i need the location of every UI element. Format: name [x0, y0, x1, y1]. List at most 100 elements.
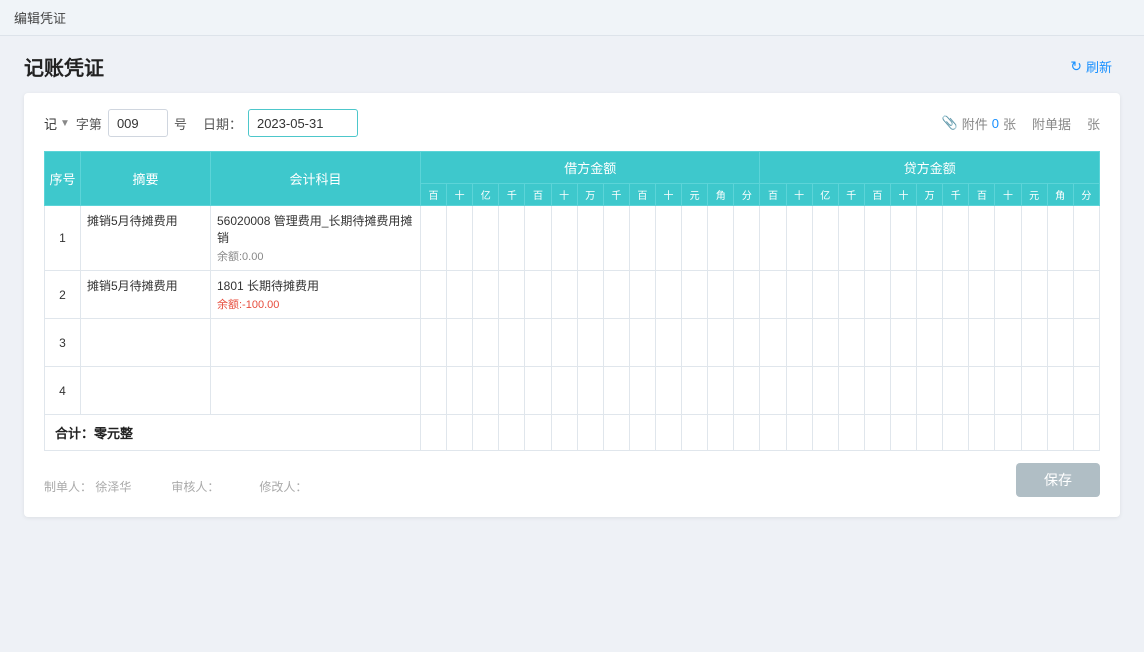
- row-amt-3-16[interactable]: [838, 319, 864, 367]
- row-amt-1-16[interactable]: [838, 206, 864, 271]
- row-amt-2-4[interactable]: [525, 271, 551, 319]
- row-account-3[interactable]: [211, 319, 421, 367]
- row-amt-2-2[interactable]: [473, 271, 499, 319]
- row-account-1[interactable]: 56020008 管理费用_长期待摊费用摊销余额:0.00: [211, 206, 421, 271]
- row-amt-4-16[interactable]: [838, 367, 864, 415]
- row-amt-1-9[interactable]: [655, 206, 681, 271]
- row-amt-2-11[interactable]: [708, 271, 734, 319]
- row-amt-4-8[interactable]: [629, 367, 655, 415]
- row-amt-2-18[interactable]: [890, 271, 916, 319]
- row-amt-4-10[interactable]: [682, 367, 708, 415]
- row-amt-3-17[interactable]: [864, 319, 890, 367]
- row-amt-4-17[interactable]: [864, 367, 890, 415]
- row-amt-3-22[interactable]: [995, 319, 1021, 367]
- row-amt-2-25[interactable]: [1073, 271, 1099, 319]
- voucher-number-input[interactable]: [108, 109, 168, 137]
- row-amt-1-23[interactable]: [1021, 206, 1047, 271]
- row-amt-4-13[interactable]: [760, 367, 786, 415]
- row-amt-3-9[interactable]: [655, 319, 681, 367]
- row-amt-1-11[interactable]: [708, 206, 734, 271]
- row-amt-3-21[interactable]: [969, 319, 995, 367]
- row-amt-4-12[interactable]: [734, 367, 760, 415]
- row-amt-3-3[interactable]: [499, 319, 525, 367]
- row-summary-3[interactable]: [81, 319, 211, 367]
- row-account-4[interactable]: [211, 367, 421, 415]
- row-amt-2-1[interactable]: [447, 271, 473, 319]
- row-amt-4-6[interactable]: [577, 367, 603, 415]
- row-amt-3-11[interactable]: [708, 319, 734, 367]
- row-amt-3-25[interactable]: [1073, 319, 1099, 367]
- row-amt-3-5[interactable]: [551, 319, 577, 367]
- row-amt-1-2[interactable]: [473, 206, 499, 271]
- row-amt-2-24[interactable]: [1047, 271, 1073, 319]
- row-amt-4-22[interactable]: [995, 367, 1021, 415]
- row-amt-4-24[interactable]: [1047, 367, 1073, 415]
- row-amt-2-0[interactable]: [421, 271, 447, 319]
- row-amt-2-17[interactable]: [864, 271, 890, 319]
- row-amt-3-8[interactable]: [629, 319, 655, 367]
- row-amt-3-4[interactable]: [525, 319, 551, 367]
- row-amt-3-14[interactable]: [786, 319, 812, 367]
- row-amt-4-18[interactable]: [890, 367, 916, 415]
- row-amt-4-5[interactable]: [551, 367, 577, 415]
- row-amt-2-13[interactable]: [760, 271, 786, 319]
- row-amt-3-13[interactable]: [760, 319, 786, 367]
- save-button[interactable]: 保存: [1016, 463, 1100, 497]
- row-amt-2-10[interactable]: [682, 271, 708, 319]
- row-amt-3-2[interactable]: [473, 319, 499, 367]
- row-amt-1-6[interactable]: [577, 206, 603, 271]
- row-amt-3-10[interactable]: [682, 319, 708, 367]
- row-amt-1-15[interactable]: [812, 206, 838, 271]
- row-summary-2[interactable]: 摊销5月待摊费用: [81, 271, 211, 319]
- row-amt-1-10[interactable]: [682, 206, 708, 271]
- row-amt-1-17[interactable]: [864, 206, 890, 271]
- row-amt-2-14[interactable]: [786, 271, 812, 319]
- row-amt-4-21[interactable]: [969, 367, 995, 415]
- row-amt-2-23[interactable]: [1021, 271, 1047, 319]
- row-amt-4-1[interactable]: [447, 367, 473, 415]
- date-input[interactable]: [248, 109, 358, 137]
- row-amt-4-2[interactable]: [473, 367, 499, 415]
- row-amt-2-21[interactable]: [969, 271, 995, 319]
- row-amt-3-1[interactable]: [447, 319, 473, 367]
- row-amt-4-23[interactable]: [1021, 367, 1047, 415]
- row-amt-2-22[interactable]: [995, 271, 1021, 319]
- row-amt-3-20[interactable]: [943, 319, 969, 367]
- row-amt-3-12[interactable]: [734, 319, 760, 367]
- row-amt-1-4[interactable]: [525, 206, 551, 271]
- row-amt-4-4[interactable]: [525, 367, 551, 415]
- row-amt-1-22[interactable]: [995, 206, 1021, 271]
- row-amt-3-23[interactable]: [1021, 319, 1047, 367]
- row-amt-1-20[interactable]: [943, 206, 969, 271]
- row-amt-4-0[interactable]: [421, 367, 447, 415]
- row-amt-1-14[interactable]: [786, 206, 812, 271]
- row-amt-1-12[interactable]: [734, 206, 760, 271]
- row-amt-2-7[interactable]: [603, 271, 629, 319]
- type-dropdown[interactable]: 记 ▼: [44, 114, 70, 133]
- row-amt-1-1[interactable]: [447, 206, 473, 271]
- row-amt-3-24[interactable]: [1047, 319, 1073, 367]
- row-amt-2-20[interactable]: [943, 271, 969, 319]
- row-amt-2-12[interactable]: [734, 271, 760, 319]
- row-summary-4[interactable]: [81, 367, 211, 415]
- row-amt-4-3[interactable]: [499, 367, 525, 415]
- row-amt-1-8[interactable]: [629, 206, 655, 271]
- attachment-link[interactable]: 📎 附件 0 张: [942, 114, 1016, 133]
- row-summary-1[interactable]: 摊销5月待摊费用: [81, 206, 211, 271]
- row-amt-4-7[interactable]: [603, 367, 629, 415]
- row-amt-4-15[interactable]: [812, 367, 838, 415]
- attach-single-label[interactable]: 附单据: [1032, 114, 1071, 133]
- row-amt-1-3[interactable]: [499, 206, 525, 271]
- row-amt-4-20[interactable]: [943, 367, 969, 415]
- row-amt-3-19[interactable]: [917, 319, 943, 367]
- row-amt-1-5[interactable]: [551, 206, 577, 271]
- row-amt-2-6[interactable]: [577, 271, 603, 319]
- row-amt-1-7[interactable]: [603, 206, 629, 271]
- row-amt-3-0[interactable]: [421, 319, 447, 367]
- row-amt-2-15[interactable]: [812, 271, 838, 319]
- row-amt-2-8[interactable]: [629, 271, 655, 319]
- row-amt-3-15[interactable]: [812, 319, 838, 367]
- row-amt-1-24[interactable]: [1047, 206, 1073, 271]
- row-account-2[interactable]: 1801 长期待摊费用余额:-100.00: [211, 271, 421, 319]
- row-amt-2-9[interactable]: [655, 271, 681, 319]
